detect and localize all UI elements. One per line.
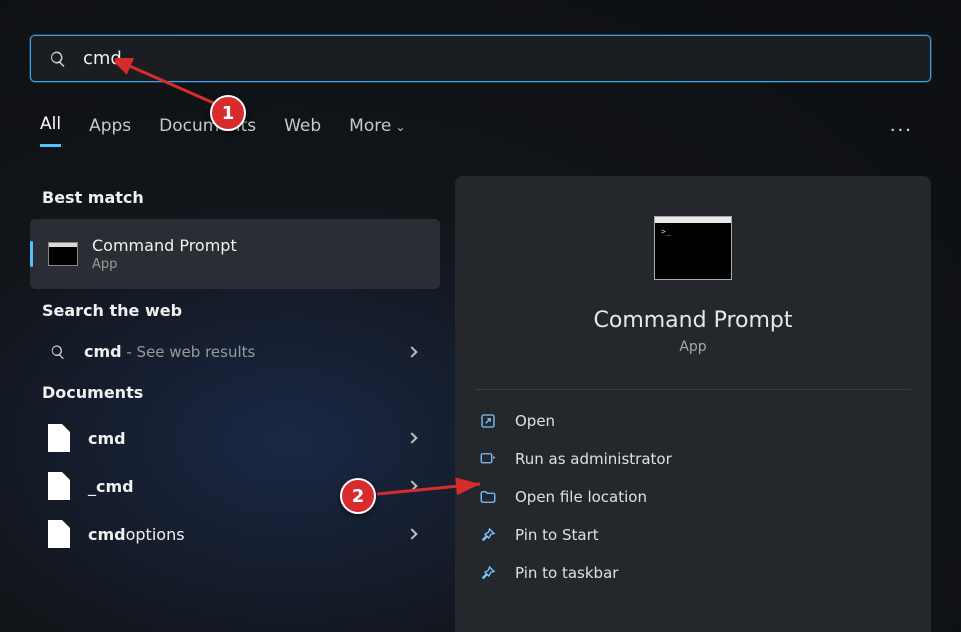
shield-icon bbox=[479, 450, 497, 468]
action-pin-start[interactable]: Pin to Start bbox=[455, 516, 931, 554]
document-result[interactable]: cmd bbox=[30, 414, 440, 462]
action-open[interactable]: Open bbox=[455, 402, 931, 440]
tab-web[interactable]: Web bbox=[284, 116, 321, 146]
annotation-marker-1: 1 bbox=[210, 95, 246, 131]
web-suffix: - See web results bbox=[122, 343, 256, 361]
doc-bold: cmd bbox=[88, 429, 126, 448]
web-query: cmd bbox=[84, 342, 122, 361]
document-result[interactable]: _cmd bbox=[30, 462, 440, 510]
best-match-result[interactable]: Command Prompt App bbox=[30, 219, 440, 289]
preview-subtitle: App bbox=[455, 339, 931, 355]
preview-panel: Command Prompt App Open Run as administr… bbox=[455, 176, 931, 632]
search-tabs: All Apps Documents Web More⌄ ··· bbox=[40, 114, 931, 147]
chevron-right-icon bbox=[406, 346, 417, 357]
search-input[interactable] bbox=[83, 48, 912, 69]
tab-apps[interactable]: Apps bbox=[89, 116, 131, 146]
doc-prefix: _ bbox=[88, 477, 96, 496]
web-search-result[interactable]: cmd - See web results bbox=[30, 332, 440, 371]
document-result[interactable]: cmdoptions bbox=[30, 510, 440, 558]
tab-all[interactable]: All bbox=[40, 114, 61, 147]
search-box[interactable] bbox=[30, 35, 931, 82]
doc-suffix: options bbox=[126, 525, 185, 544]
chevron-right-icon bbox=[406, 480, 417, 491]
action-label: Run as administrator bbox=[515, 450, 672, 468]
cmd-app-icon-large bbox=[654, 216, 732, 280]
action-label: Open file location bbox=[515, 488, 647, 506]
action-label: Pin to taskbar bbox=[515, 564, 618, 582]
section-search-web: Search the web bbox=[30, 289, 440, 332]
result-text: Command Prompt App bbox=[92, 236, 426, 272]
doc-bold: cmd bbox=[88, 525, 126, 544]
cmd-app-icon bbox=[48, 242, 78, 266]
result-subtitle: App bbox=[92, 257, 426, 272]
preview-title: Command Prompt bbox=[455, 308, 931, 333]
results-column: Best match Command Prompt App Search the… bbox=[30, 176, 440, 558]
document-icon bbox=[48, 472, 70, 500]
document-icon bbox=[48, 424, 70, 452]
annotation-marker-2: 2 bbox=[340, 478, 376, 514]
section-best-match: Best match bbox=[30, 176, 440, 219]
section-documents: Documents bbox=[30, 371, 440, 414]
chevron-right-icon bbox=[406, 528, 417, 539]
overflow-menu-icon[interactable]: ··· bbox=[890, 120, 931, 141]
doc-bold: cmd bbox=[96, 477, 134, 496]
action-pin-taskbar[interactable]: Pin to taskbar bbox=[455, 554, 931, 592]
document-icon bbox=[48, 520, 70, 548]
result-title: Command Prompt bbox=[92, 236, 426, 255]
action-label: Open bbox=[515, 412, 555, 430]
action-label: Pin to Start bbox=[515, 526, 599, 544]
search-icon bbox=[49, 50, 67, 68]
search-icon bbox=[50, 344, 66, 360]
divider bbox=[475, 389, 911, 390]
pin-icon bbox=[479, 564, 497, 582]
open-icon bbox=[479, 412, 497, 430]
chevron-down-icon: ⌄ bbox=[395, 120, 405, 134]
folder-icon bbox=[479, 488, 497, 506]
action-open-location[interactable]: Open file location bbox=[455, 478, 931, 516]
action-run-admin[interactable]: Run as administrator bbox=[455, 440, 931, 478]
pin-icon bbox=[479, 526, 497, 544]
tab-more[interactable]: More⌄ bbox=[349, 116, 405, 146]
chevron-right-icon bbox=[406, 432, 417, 443]
